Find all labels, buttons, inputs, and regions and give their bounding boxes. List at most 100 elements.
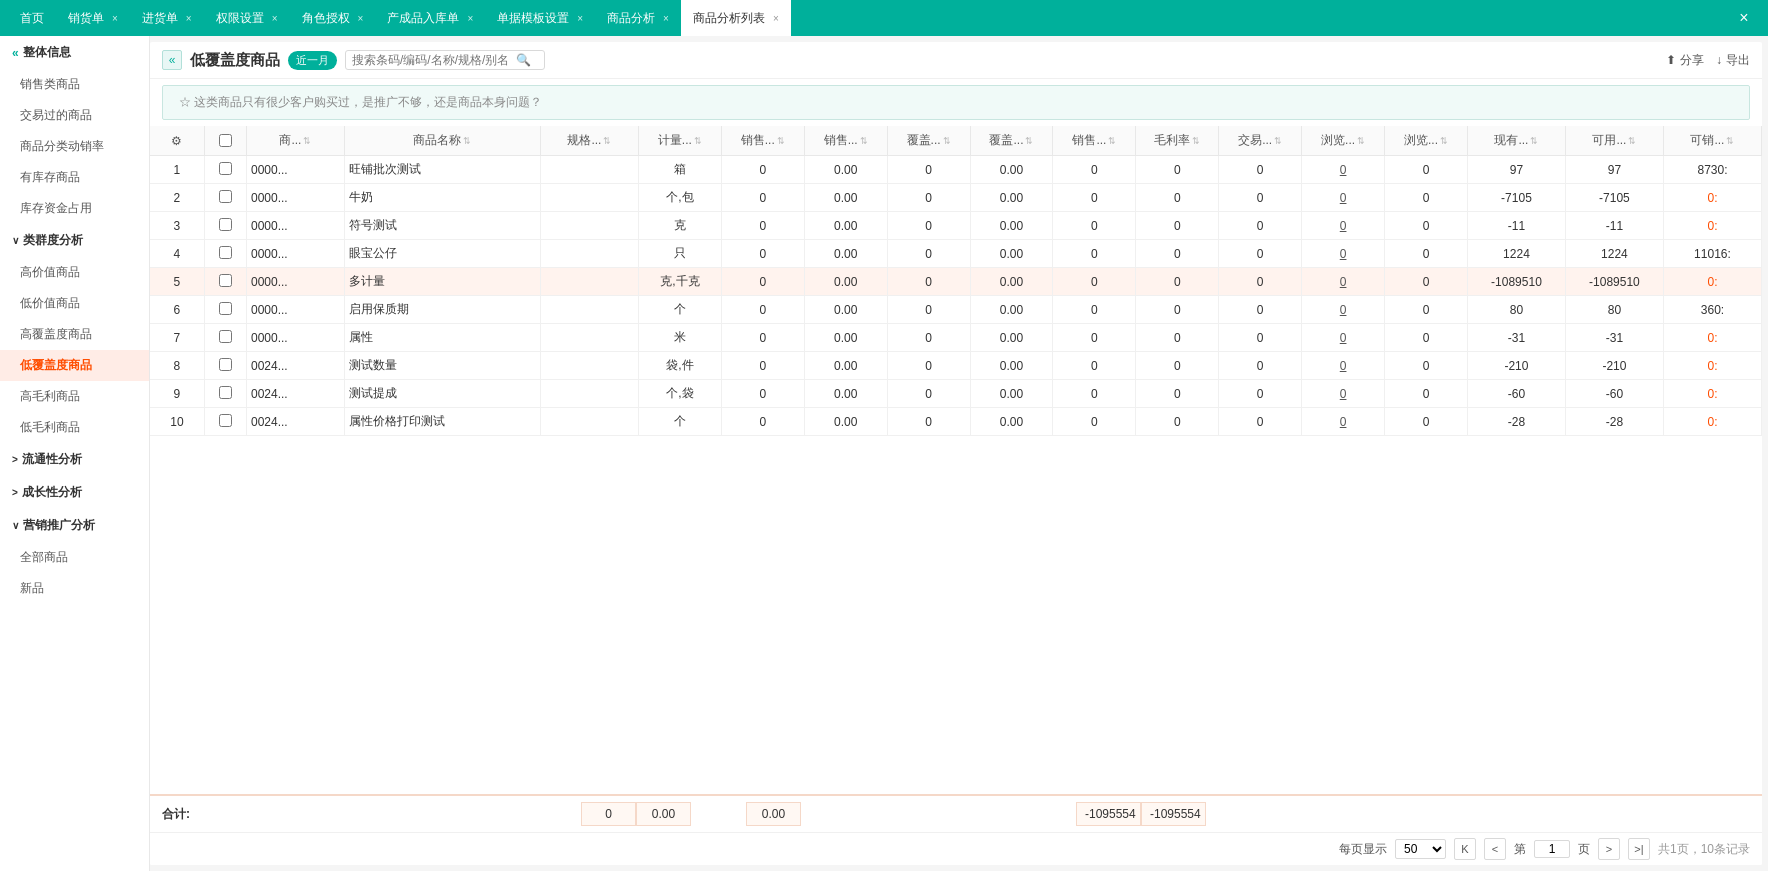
row-check[interactable] [204, 240, 246, 268]
col-header-cover-rate[interactable]: 覆盖...⇅ [970, 126, 1053, 156]
col-header-cover-qty[interactable]: 覆盖...⇅ [887, 126, 970, 156]
row-check[interactable] [204, 352, 246, 380]
nav-close-sales-order[interactable]: × [112, 13, 118, 24]
prev-page-button[interactable]: < [1484, 838, 1506, 860]
row-check[interactable] [204, 268, 246, 296]
col-header-browse-cnt[interactable]: 浏览...⇅ [1302, 126, 1385, 156]
row-check[interactable] [204, 212, 246, 240]
row-browse-cnt[interactable]: 0 [1302, 156, 1385, 184]
row-browse-cnt[interactable]: 0 [1302, 184, 1385, 212]
row-checkbox[interactable] [219, 162, 232, 175]
col-header-settings[interactable]: ⚙ [150, 126, 204, 156]
nav-close-product-analysis[interactable]: × [663, 13, 669, 24]
nav-product-analysis[interactable]: 商品分析 × [595, 0, 681, 36]
row-checkbox[interactable] [219, 218, 232, 231]
sidebar-item-stock-capital[interactable]: 库存资金占用 [0, 193, 149, 224]
col-header-check[interactable] [204, 126, 246, 156]
row-browse-cnt[interactable]: 0 [1302, 324, 1385, 352]
sidebar-coverage-section[interactable]: ∨ 类群度分析 [0, 224, 149, 257]
col-header-gross[interactable]: 毛利率⇅ [1136, 126, 1219, 156]
col-header-spec[interactable]: 规格...⇅ [540, 126, 638, 156]
next-page-button[interactable]: > [1598, 838, 1620, 860]
search-input[interactable] [352, 53, 512, 67]
sidebar-item-in-stock[interactable]: 有库存商品 [0, 162, 149, 193]
row-checkbox[interactable] [219, 414, 232, 427]
sidebar-item-category-activity[interactable]: 商品分类动销率 [0, 131, 149, 162]
nav-role-auth[interactable]: 角色授权 × [290, 0, 376, 36]
search-icon[interactable]: 🔍 [516, 53, 531, 67]
sidebar-item-high-coverage[interactable]: 高覆盖度商品 [0, 319, 149, 350]
sidebar-item-low-value[interactable]: 低价值商品 [0, 288, 149, 319]
nav-product-inbound[interactable]: 产成品入库单 × [375, 0, 485, 36]
sidebar-item-high-gross[interactable]: 高毛利商品 [0, 381, 149, 412]
nav-product-analysis-list[interactable]: 商品分析列表 × [681, 0, 791, 36]
nav-close-product-inbound[interactable]: × [467, 13, 473, 24]
nav-close-role-auth[interactable]: × [358, 13, 364, 24]
sidebar-item-high-value[interactable]: 高价值商品 [0, 257, 149, 288]
nav-permissions[interactable]: 权限设置 × [204, 0, 290, 36]
row-checkbox[interactable] [219, 330, 232, 343]
sidebar-growth-section[interactable]: > 成长性分析 [0, 476, 149, 509]
last-page-button[interactable]: >| [1628, 838, 1650, 860]
first-page-button[interactable]: K [1454, 838, 1476, 860]
row-check[interactable] [204, 324, 246, 352]
sidebar-item-new-goods[interactable]: 新品 [0, 573, 149, 604]
row-browse-cnt[interactable]: 0 [1302, 268, 1385, 296]
nav-home[interactable]: 首页 [8, 0, 56, 36]
sidebar-collapse-icon[interactable]: « [12, 46, 19, 60]
share-button[interactable]: ⬆ 分享 [1666, 52, 1704, 69]
window-close-button[interactable]: × [1728, 0, 1760, 36]
nav-close-purchase-order[interactable]: × [186, 13, 192, 24]
sidebar-marketing-section[interactable]: ∨ 营销推广分析 [0, 509, 149, 542]
col-header-name[interactable]: 商品名称⇅ [344, 126, 540, 156]
col-header-trade[interactable]: 交易...⇅ [1219, 126, 1302, 156]
row-checkbox[interactable] [219, 358, 232, 371]
nav-sales-order[interactable]: 销货单 × [56, 0, 130, 36]
row-browse-cnt[interactable]: 0 [1302, 240, 1385, 268]
page-number-input[interactable] [1534, 840, 1570, 858]
page-size-select[interactable]: 50 20 100 [1395, 839, 1446, 859]
row-checkbox[interactable] [219, 190, 232, 203]
sidebar-collapse-button[interactable]: « [162, 50, 182, 70]
table-container[interactable]: ⚙ 商...⇅ 商品名称⇅ 规格...⇅ [150, 126, 1762, 794]
nav-close-template-settings[interactable]: × [577, 13, 583, 24]
col-header-current[interactable]: 现有...⇅ [1467, 126, 1565, 156]
sidebar-item-all-goods[interactable]: 全部商品 [0, 542, 149, 573]
nav-close-product-analysis-list[interactable]: × [773, 13, 779, 24]
row-checkbox[interactable] [219, 246, 232, 259]
col-header-sales-qty[interactable]: 销售...⇅ [721, 126, 804, 156]
row-browse-cnt[interactable]: 0 [1302, 296, 1385, 324]
sidebar-item-low-coverage[interactable]: 低覆盖度商品 [0, 350, 149, 381]
row-saleable: 360: [1663, 296, 1761, 324]
select-all-checkbox[interactable] [219, 134, 232, 147]
sidebar-item-low-gross[interactable]: 低毛利商品 [0, 412, 149, 443]
row-check[interactable] [204, 184, 246, 212]
row-checkbox[interactable] [219, 302, 232, 315]
col-header-avail[interactable]: 可用...⇅ [1565, 126, 1663, 156]
row-browse-cnt[interactable]: 0 [1302, 408, 1385, 436]
col-header-sales-amt[interactable]: 销售...⇅ [804, 126, 887, 156]
time-filter-button[interactable]: 近一月 [288, 51, 337, 70]
col-header-code[interactable]: 商...⇅ [246, 126, 344, 156]
col-header-browse-rate[interactable]: 浏览...⇅ [1385, 126, 1468, 156]
row-checkbox[interactable] [219, 386, 232, 399]
sidebar-item-sales-goods[interactable]: 销售类商品 [0, 69, 149, 100]
export-button[interactable]: ↓ 导出 [1716, 52, 1750, 69]
row-browse-cnt[interactable]: 0 [1302, 352, 1385, 380]
nav-close-permissions[interactable]: × [272, 13, 278, 24]
sidebar-flow-section[interactable]: > 流通性分析 [0, 443, 149, 476]
row-check[interactable] [204, 296, 246, 324]
col-header-saleable[interactable]: 可销...⇅ [1663, 126, 1761, 156]
row-check[interactable] [204, 380, 246, 408]
row-checkbox[interactable] [219, 274, 232, 287]
nav-purchase-order[interactable]: 进货单 × [130, 0, 204, 36]
row-check[interactable] [204, 156, 246, 184]
col-header-sales-cnt[interactable]: 销售...⇅ [1053, 126, 1136, 156]
nav-template-settings[interactable]: 单据模板设置 × [485, 0, 595, 36]
sidebar-overall-section[interactable]: « 整体信息 [0, 36, 149, 69]
row-browse-cnt[interactable]: 0 [1302, 212, 1385, 240]
row-browse-cnt[interactable]: 0 [1302, 380, 1385, 408]
row-check[interactable] [204, 408, 246, 436]
col-header-unit[interactable]: 计量...⇅ [638, 126, 721, 156]
sidebar-item-traded-goods[interactable]: 交易过的商品 [0, 100, 149, 131]
